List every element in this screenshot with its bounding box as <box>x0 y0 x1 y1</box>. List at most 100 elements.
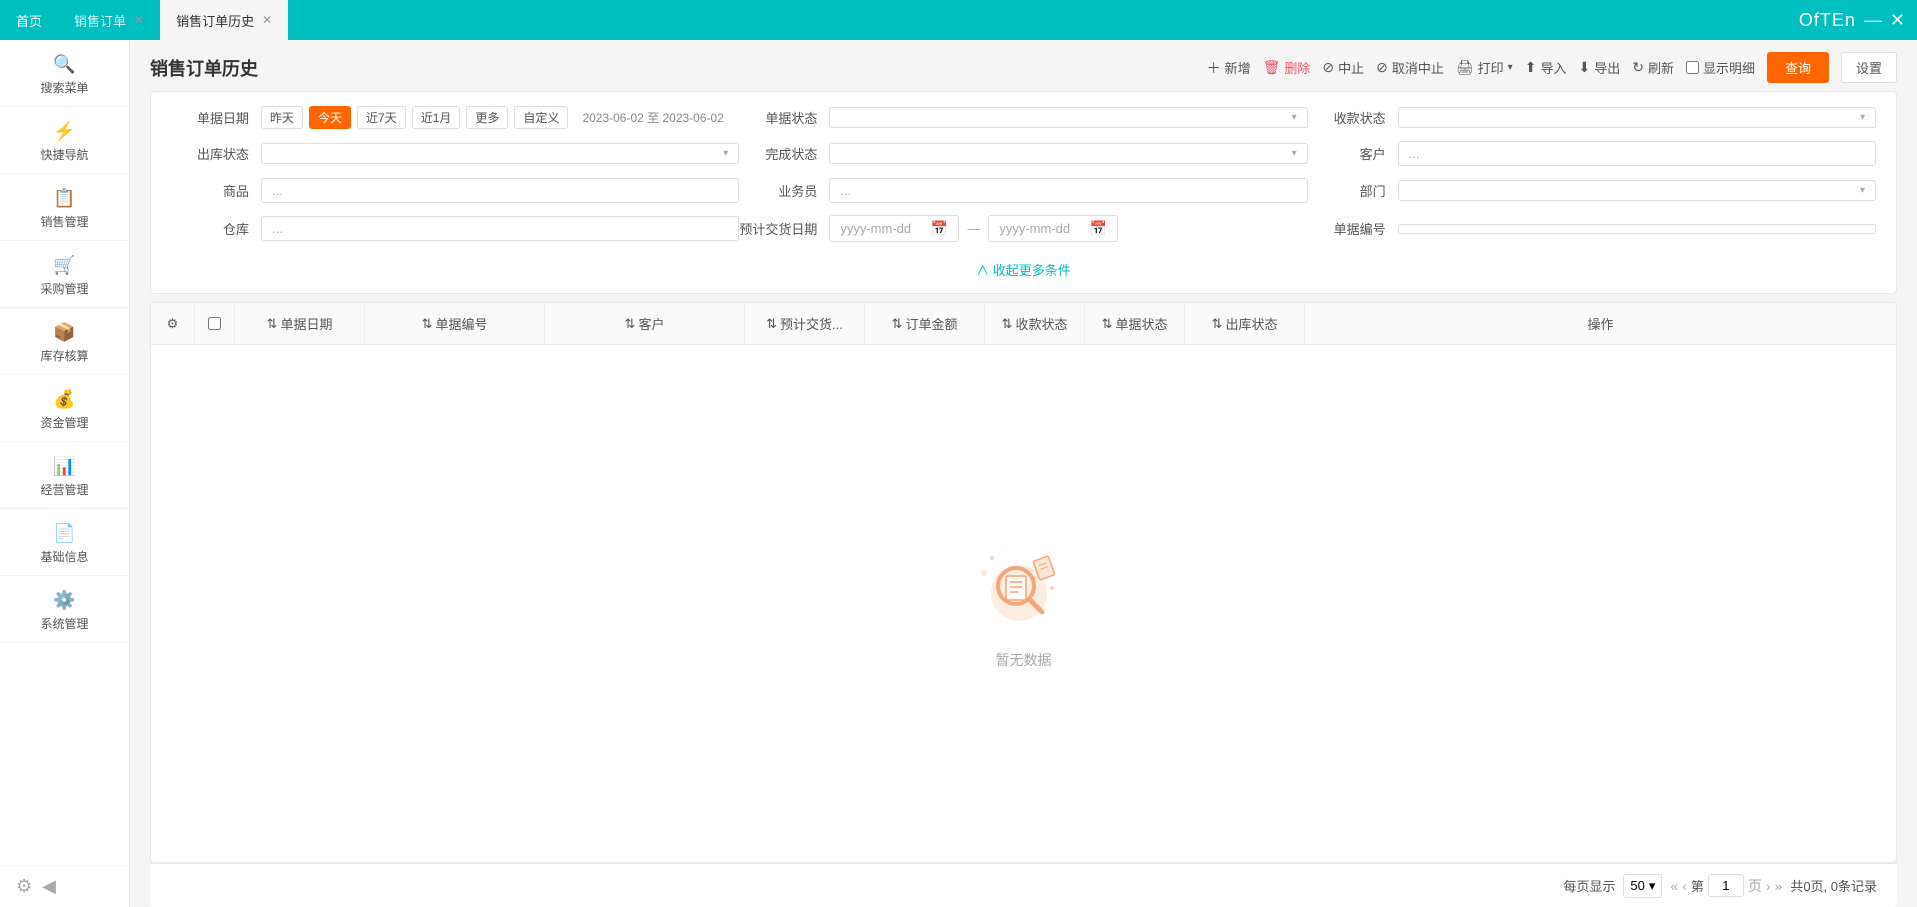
sidebar-collapse-icon[interactable]: ◀ <box>42 876 56 897</box>
stop-label: 中止 <box>1338 58 1364 77</box>
sidebar-item-quick-nav[interactable]: ⚡ 快捷导航 <box>0 107 129 174</box>
system-mgmt-icon: ⚙️ <box>53 590 75 611</box>
sidebar: 🔍 搜索菜单 ⚡ 快捷导航 📋 销售管理 🛒 采购管理 📦 库存核算 💰 资金管… <box>0 40 130 907</box>
tab-sales-order-history-close[interactable]: ✕ <box>262 13 272 27</box>
sidebar-bottom: ⚙ ◀ <box>0 865 129 907</box>
import-label: 导入 <box>1540 58 1566 77</box>
th-number[interactable]: ⇅ 单据编号 <box>365 303 545 344</box>
th-customer[interactable]: ⇅ 客户 <box>545 303 745 344</box>
delete-icon: 🗑 <box>1263 59 1281 76</box>
date-btn-last7[interactable]: 近7天 <box>357 106 406 129</box>
customer-input[interactable]: ... <box>1398 141 1876 166</box>
show-details-checkbox[interactable] <box>1686 61 1699 74</box>
show-details-label: 显示明细 <box>1703 58 1755 77</box>
pay-status-arrow: ▾ <box>1860 112 1865 123</box>
date-btn-yesterday[interactable]: 昨天 <box>261 106 303 129</box>
next-page-btn[interactable]: › <box>1766 878 1771 894</box>
th-order-status-text: 单据状态 <box>1115 314 1167 333</box>
table-header: ⚙ ⇅ 单据日期 ⇅ 单据编号 ⇅ 客户 ⇅ 预计交货. <box>151 303 1896 345</box>
date-btn-custom[interactable]: 自定义 <box>514 106 568 129</box>
window-close[interactable]: ✕ <box>1890 10 1905 31</box>
delivery-end-input[interactable]: yyyy-mm-dd 📅 <box>988 215 1118 242</box>
date-btn-today[interactable]: 今天 <box>309 106 351 129</box>
last-page-btn[interactable]: » <box>1775 878 1783 894</box>
sidebar-item-purchase-mgmt-label: 采购管理 <box>40 280 88 297</box>
setting-button[interactable]: 设置 <box>1841 52 1897 83</box>
sidebar-item-sales-mgmt[interactable]: 📋 销售管理 <box>0 174 129 241</box>
stock-out-arrow: ▾ <box>723 148 728 159</box>
order-number-label: 单据编号 <box>1308 219 1398 238</box>
sidebar-item-inventory[interactable]: 📦 库存核算 <box>0 308 129 375</box>
th-order-status-label: ⇅ <box>1102 316 1113 332</box>
sidebar-item-system-mgmt[interactable]: ⚙️ 系统管理 <box>0 576 129 643</box>
print-button[interactable]: 🖨 打印 ▾ <box>1456 58 1513 77</box>
export-button[interactable]: ⬇ 导出 <box>1578 58 1620 77</box>
sidebar-settings-icon[interactable]: ⚙ <box>16 876 32 897</box>
th-stock-status[interactable]: ⇅ 出库状态 <box>1185 303 1305 344</box>
delete-button[interactable]: 🗑 删除 <box>1263 58 1311 77</box>
salesperson-input[interactable]: ... <box>829 178 1307 203</box>
date-btn-last1m[interactable]: 近1月 <box>412 106 461 129</box>
refresh-button[interactable]: ↻ 刷新 <box>1632 58 1674 77</box>
delivery-start-input[interactable]: yyyy-mm-dd 📅 <box>829 215 959 242</box>
page-input[interactable] <box>1708 874 1744 897</box>
query-button[interactable]: 查询 <box>1767 52 1829 83</box>
sidebar-item-purchase-mgmt[interactable]: 🛒 采购管理 <box>0 241 129 308</box>
tab-bar: 首页 销售订单 ✕ 销售订单历史 ✕ <box>0 0 1799 40</box>
sidebar-item-search-menu[interactable]: 🔍 搜索菜单 <box>0 40 129 107</box>
show-details-button[interactable]: 显示明细 <box>1686 58 1755 77</box>
page-size-label: 每页显示 <box>1563 876 1615 895</box>
tab-sales-order-close[interactable]: ✕ <box>134 13 144 27</box>
th-stock-status-label: ⇅ <box>1212 316 1223 332</box>
pagination: 每页显示 50 ▾ « ‹ 第 页 › » 共0页, 0条记录 <box>150 863 1897 907</box>
delivery-date-label: 预计交货日期 <box>739 219 829 238</box>
th-amount[interactable]: ⇅ 订单金额 <box>865 303 985 344</box>
sidebar-item-finance[interactable]: 💰 资金管理 <box>0 375 129 442</box>
order-number-input[interactable] <box>1398 224 1876 234</box>
th-settings[interactable]: ⚙ <box>151 303 195 344</box>
collapse-link[interactable]: ∧ 收起更多条件 <box>171 254 1876 279</box>
stop-button[interactable]: ⊘ 中止 <box>1322 58 1364 77</box>
cancel-stop-button[interactable]: ⊘ 取消中止 <box>1376 58 1444 77</box>
tab-sales-order[interactable]: 销售订单 ✕ <box>58 0 160 40</box>
sidebar-item-operations[interactable]: 📊 经营管理 <box>0 442 129 509</box>
import-icon: ⬆ <box>1525 59 1537 76</box>
th-customer-text: 客户 <box>638 314 664 333</box>
prev-page-btn[interactable]: ‹ <box>1682 878 1687 894</box>
select-all-checkbox[interactable] <box>208 317 221 330</box>
order-status-select[interactable]: ▾ <box>829 107 1307 128</box>
department-select[interactable]: ▾ <box>1398 180 1876 201</box>
import-button[interactable]: ⬆ 导入 <box>1525 58 1567 77</box>
th-pay-status-text: 收款状态 <box>1015 314 1067 333</box>
page-size-select[interactable]: 50 ▾ <box>1623 874 1662 898</box>
th-delivery[interactable]: ⇅ 预计交货... <box>745 303 865 344</box>
stock-out-select[interactable]: ▾ <box>261 143 739 164</box>
product-input[interactable]: ... <box>261 178 739 203</box>
th-pay-status[interactable]: ⇅ 收款状态 <box>985 303 1085 344</box>
new-button[interactable]: ＋ 新增 <box>1207 58 1251 78</box>
date-btn-more[interactable]: 更多 <box>466 106 508 129</box>
tab-home[interactable]: 首页 <box>0 0 58 40</box>
window-minimize[interactable]: — <box>1864 10 1882 31</box>
th-delivery-label: ⇅ <box>766 316 777 332</box>
date-label: 单据日期 <box>171 108 261 127</box>
table-area: ⚙ ⇅ 单据日期 ⇅ 单据编号 ⇅ 客户 ⇅ 预计交货. <box>150 302 1897 863</box>
tab-sales-order-history[interactable]: 销售订单历史 ✕ <box>160 0 288 40</box>
delivery-start-placeholder: yyyy-mm-dd <box>840 221 911 236</box>
date-range-text: 2023-06-02 至 2023-06-02 <box>582 109 723 126</box>
first-page-btn[interactable]: « <box>1670 878 1678 894</box>
delivery-start-cal-icon: 📅 <box>931 220 948 237</box>
th-order-status[interactable]: ⇅ 单据状态 <box>1085 303 1185 344</box>
department-arrow: ▾ <box>1860 185 1865 196</box>
complete-select[interactable]: ▾ <box>829 143 1307 164</box>
th-number-label: ⇅ <box>422 316 433 332</box>
th-date[interactable]: ⇅ 单据日期 <box>235 303 365 344</box>
pay-status-select[interactable]: ▾ <box>1398 107 1876 128</box>
warehouse-input[interactable]: ... <box>261 216 739 241</box>
date-filter-control: 昨天 今天 近7天 近1月 更多 自定义 2023-06-02 至 2023-0… <box>261 106 739 129</box>
basic-info-icon: 📄 <box>53 523 75 544</box>
th-pay-status-label: ⇅ <box>1002 316 1013 332</box>
page-label-suffix: 页 <box>1748 876 1762 896</box>
sidebar-item-basic-info[interactable]: 📄 基础信息 <box>0 509 129 576</box>
th-checkbox[interactable] <box>195 303 235 344</box>
